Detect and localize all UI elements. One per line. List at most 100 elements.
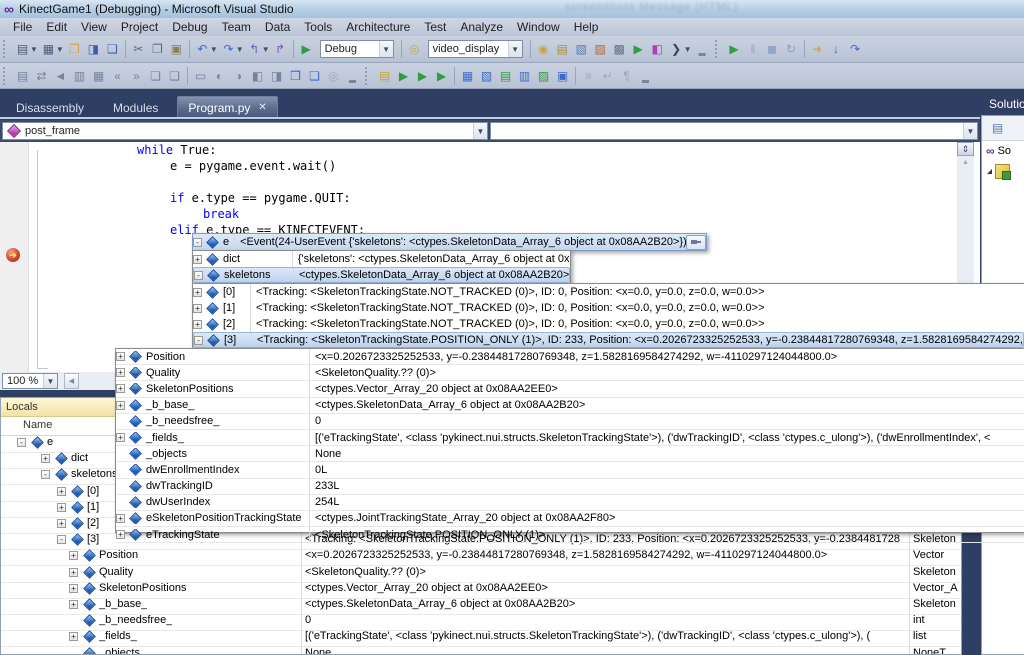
start-debugging-icon[interactable]: ▶ <box>298 41 315 58</box>
expander-icon[interactable]: + <box>57 487 66 496</box>
debug-interactive-icon[interactable]: ▶ <box>433 67 450 84</box>
menu-project[interactable]: Project <box>114 18 165 36</box>
open-folder-icon[interactable]: ❒ <box>66 41 83 58</box>
expander-icon[interactable]: + <box>193 304 202 313</box>
chevron-down-icon[interactable]: ▼ <box>473 123 487 139</box>
expander-icon[interactable]: - <box>57 535 66 544</box>
send-file-to-interactive-icon[interactable]: ▶ <box>414 67 431 84</box>
expander-icon[interactable]: + <box>57 519 66 528</box>
team-explorer-icon[interactable]: ▨ <box>592 41 609 58</box>
decrease-indent-icon[interactable]: « <box>109 67 126 84</box>
prev-bookmark-icon[interactable]: ◐ <box>211 67 228 84</box>
redo-icon[interactable]: ↷ <box>220 41 237 58</box>
list-members-icon[interactable]: ▤ <box>497 67 514 84</box>
chevron-down-icon[interactable]: ▼ <box>30 45 38 54</box>
toolbar-grip[interactable] <box>3 40 10 58</box>
bookmark-window-icon[interactable]: ❒ <box>287 67 304 84</box>
error-list-icon[interactable]: ▣ <box>554 67 571 84</box>
menu-edit[interactable]: Edit <box>39 18 74 36</box>
expander-icon[interactable]: + <box>116 368 125 377</box>
datatip-row-Quality[interactable]: +Quality<SkeletonQuality.?? (0)> <box>116 365 1024 381</box>
chevron-down-icon[interactable]: ▼ <box>684 45 692 54</box>
close-icon[interactable]: ✕ <box>258 102 266 113</box>
chevron-down-icon[interactable]: ▼ <box>43 374 57 388</box>
expanded-arrow-icon[interactable] <box>987 169 992 174</box>
datatip-children[interactable]: +dict{'skeletons': <ctypes.SkeletonData_… <box>192 250 571 284</box>
start-page-icon[interactable]: ▶ <box>630 41 647 58</box>
locals-row-_objects[interactable]: _objectsNoneNoneT <box>1 646 961 654</box>
datatip-row-dwTrackingID[interactable]: dwTrackingID233L <box>116 479 1024 495</box>
datatip-row-0[interactable]: +[0]<Tracking: <SkeletonTrackingState.NO… <box>193 284 1024 300</box>
datatip-row-3[interactable]: -[3]<Tracking: <SkeletonTrackingState.PO… <box>193 332 1024 348</box>
datatip-row-e[interactable]: -e<Event(24-UserEvent {'skeletons': <cty… <box>193 234 706 250</box>
breakpoints-window-icon[interactable]: ◎ <box>325 67 342 84</box>
expander-icon[interactable]: + <box>116 530 125 539</box>
copy-icon[interactable]: ❐ <box>149 41 166 58</box>
toolbox-icon[interactable]: ▩ <box>611 41 628 58</box>
expander-icon[interactable]: - <box>193 238 202 247</box>
toggle-bookmark-icon[interactable]: ▭ <box>192 67 209 84</box>
datatip-row-dwEnrollmentIndex[interactable]: dwEnrollmentIndex0L <box>116 462 1024 478</box>
tab-program-py[interactable]: Program.py✕ <box>177 96 277 118</box>
datatip-row-_b_needsfree_[interactable]: _b_needsfree_0 <box>116 414 1024 430</box>
solution-configuration-dropdown[interactable]: Debug▼ <box>320 40 394 58</box>
find-combo[interactable]: video_display▼ <box>428 40 523 58</box>
datatip-row-SkeletonPositions[interactable]: +SkeletonPositions<ctypes.Vector_Array_2… <box>116 381 1024 397</box>
undo-icon[interactable]: ↶ <box>194 41 211 58</box>
chevron-down-icon[interactable]: ▼ <box>963 123 977 139</box>
toolbar-overflow-icon[interactable]: ‗ <box>694 41 711 58</box>
chevron-down-icon[interactable]: ▼ <box>262 45 270 54</box>
horizontal-scroll-left-button[interactable]: ◀ <box>64 373 79 389</box>
toolbar-grip[interactable] <box>3 67 10 85</box>
expander-icon[interactable]: + <box>193 255 202 264</box>
new-python-module-icon[interactable]: ▤ <box>376 67 393 84</box>
expander-icon[interactable]: + <box>69 551 78 560</box>
whitespace-icon[interactable]: ¶ <box>618 67 635 84</box>
title-bar[interactable]: ∞ KinectGame1 (Debugging) - Microsoft Vi… <box>0 0 1024 18</box>
output-window-icon[interactable]: ▨ <box>535 67 552 84</box>
pin-icon[interactable] <box>686 235 706 250</box>
expander-icon[interactable]: + <box>69 568 78 577</box>
expander-icon[interactable]: + <box>69 600 78 609</box>
expander-icon[interactable]: + <box>193 288 202 297</box>
datatip-row-_objects[interactable]: _objectsNone <box>116 446 1024 462</box>
navigate-backward-icon[interactable]: ↰ <box>246 41 263 58</box>
menu-architecture[interactable]: Architecture <box>339 18 417 36</box>
datatip-row-1[interactable]: +[1]<Tracking: <SkeletonTrackingState.NO… <box>193 300 1024 316</box>
datatip-row-eTrackingState[interactable]: +eTrackingState<SkeletonTrackingState.PO… <box>116 527 1024 543</box>
breakpoint-current-statement-icon[interactable]: ➜ <box>6 248 20 262</box>
datatip-root[interactable]: -e<Event(24-UserEvent {'skeletons': <cty… <box>192 233 707 251</box>
code-definition-icon[interactable]: ▥ <box>516 67 533 84</box>
tab-modules[interactable]: Modules <box>103 97 168 118</box>
chevron-down-icon[interactable]: ▼ <box>379 41 393 57</box>
navigate-forward-icon[interactable]: ↱ <box>272 41 289 58</box>
chevron-down-icon[interactable]: ▼ <box>508 41 522 57</box>
parameter-info-icon[interactable]: ⇄ <box>33 67 50 84</box>
menu-team[interactable]: Team <box>215 18 258 36</box>
expander-icon[interactable]: + <box>116 433 125 442</box>
paste-icon[interactable]: ▣ <box>168 41 185 58</box>
menu-view[interactable]: View <box>74 18 114 36</box>
datatip-row-skeletons[interactable]: -skeletons<ctypes.SkeletonData_Array_6 o… <box>193 267 570 283</box>
chevron-down-icon[interactable]: ▼ <box>210 45 218 54</box>
uncomment-lines-icon[interactable]: ❑ <box>166 67 183 84</box>
cut-icon[interactable]: ✂ <box>130 41 147 58</box>
datatip-skeleton-array[interactable]: +[0]<Tracking: <SkeletonTrackingState.NO… <box>192 283 1024 349</box>
name-column-header[interactable]: Name <box>23 419 52 431</box>
toolbar2-overflow-icon[interactable]: ‗ <box>344 67 361 84</box>
datatip-row-dwUserIndex[interactable]: dwUserIndex254L <box>116 495 1024 511</box>
word-wrap-icon[interactable]: ↵ <box>599 67 616 84</box>
properties-icon[interactable]: ▤ <box>989 120 1006 137</box>
new-file-icon[interactable]: ▤ <box>14 41 31 58</box>
continue-icon[interactable]: ▶ <box>726 41 743 58</box>
expander-icon[interactable]: + <box>116 514 125 523</box>
datatip-row-_fields_[interactable]: +_fields_[('eTrackingState', <class 'pyk… <box>116 430 1024 446</box>
step-into-icon[interactable]: ↓ <box>828 41 845 58</box>
properties-window-icon[interactable]: ▤ <box>554 41 571 58</box>
chevron-down-icon[interactable]: ▼ <box>56 45 64 54</box>
quick-info-icon[interactable]: ◄ <box>52 67 69 84</box>
object-browser-icon[interactable]: ◧ <box>649 41 666 58</box>
show-next-statement-icon[interactable]: ➜ <box>809 41 826 58</box>
comment-lines-icon[interactable]: ❏ <box>147 67 164 84</box>
menu-debug[interactable]: Debug <box>165 18 214 36</box>
